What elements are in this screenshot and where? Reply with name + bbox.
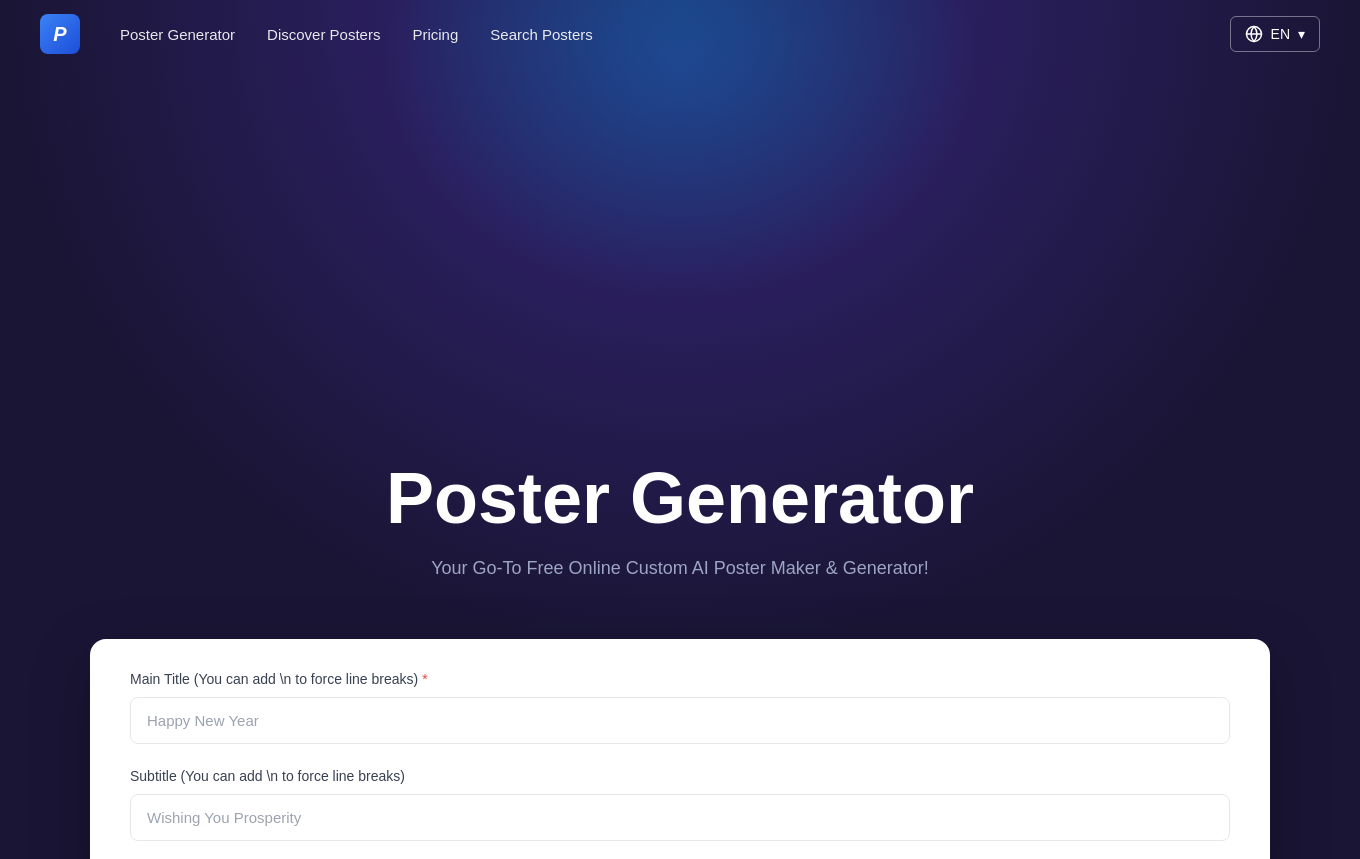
nav-link-poster-generator[interactable]: Poster Generator — [120, 26, 235, 43]
logo-icon: P — [40, 14, 80, 54]
form-card: Main Title (You can add \n to force line… — [90, 639, 1270, 859]
nav-link-discover-posters[interactable]: Discover Posters — [267, 26, 380, 43]
subtitle-input[interactable] — [130, 794, 1230, 841]
main-title-label: Main Title (You can add \n to force line… — [130, 671, 1230, 687]
required-star: * — [422, 671, 427, 687]
main-title-input[interactable] — [130, 697, 1230, 744]
language-button[interactable]: EN ▾ — [1230, 16, 1320, 52]
chevron-down-icon: ▾ — [1298, 26, 1305, 42]
navbar-left: P Poster Generator Discover Posters Pric… — [40, 14, 593, 54]
nav-link-search-posters[interactable]: Search Posters — [490, 26, 593, 43]
subtitle-label: Subtitle (You can add \n to force line b… — [130, 768, 1230, 784]
navbar: P Poster Generator Discover Posters Pric… — [0, 0, 1360, 68]
hero-content: Poster Generator Your Go-To Free Online … — [0, 459, 1360, 579]
main-title-group: Main Title (You can add \n to force line… — [130, 671, 1230, 744]
hero-title: Poster Generator — [0, 459, 1360, 538]
form-section: Main Title (You can add \n to force line… — [0, 639, 1360, 859]
hero-section: P Poster Generator Discover Posters Pric… — [0, 0, 1360, 659]
subtitle-group: Subtitle (You can add \n to force line b… — [130, 768, 1230, 841]
nav-link-pricing[interactable]: Pricing — [412, 26, 458, 43]
nav-links: Poster Generator Discover Posters Pricin… — [120, 26, 593, 43]
language-code: EN — [1271, 26, 1290, 42]
hero-subtitle: Your Go-To Free Online Custom AI Poster … — [0, 558, 1360, 579]
logo[interactable]: P — [40, 14, 80, 54]
globe-icon — [1245, 25, 1263, 43]
